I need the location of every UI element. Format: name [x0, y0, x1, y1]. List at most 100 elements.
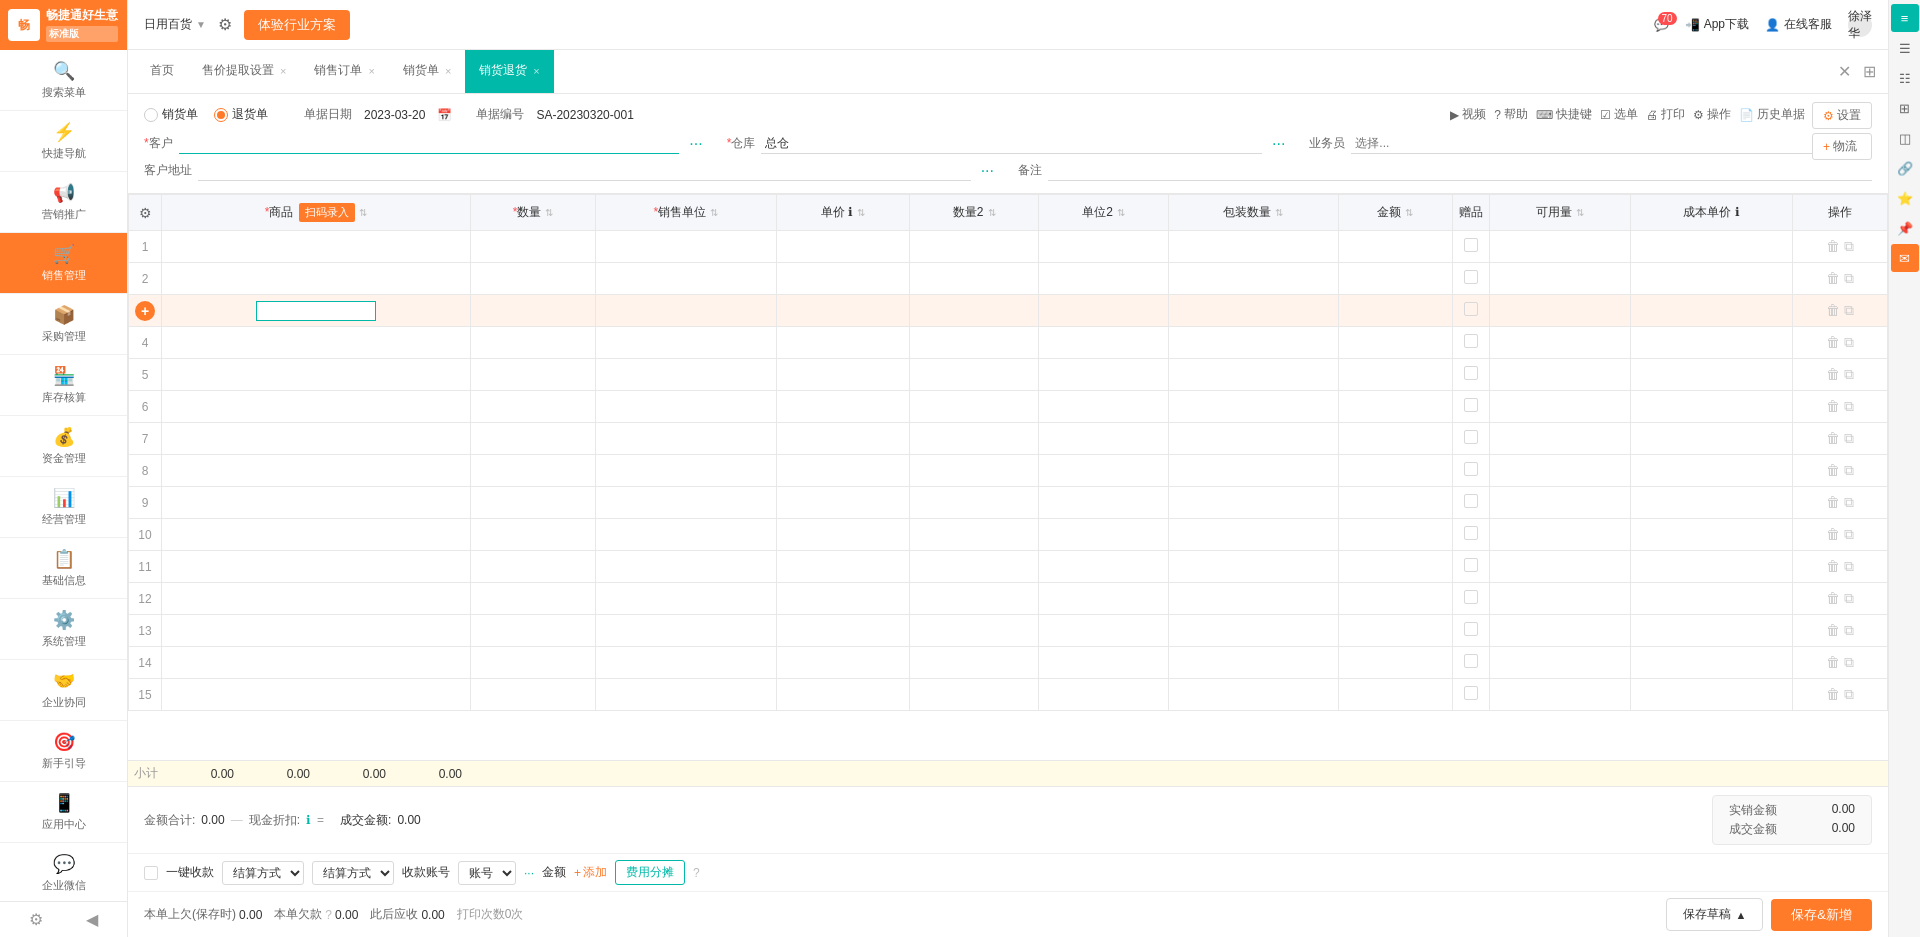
cell-unit-price[interactable] — [776, 327, 909, 359]
cell-unit2[interactable] — [1039, 615, 1168, 647]
gift-checkbox[interactable] — [1464, 462, 1478, 476]
cell-package-qty[interactable] — [1168, 295, 1338, 327]
cell-sale-unit[interactable] — [596, 231, 777, 263]
experience-btn[interactable]: 体验行业方案 — [244, 10, 350, 40]
tab-sales-order[interactable]: 销售订单 × — [300, 50, 388, 93]
cell-amount[interactable] — [1338, 391, 1452, 423]
customer-input[interactable] — [179, 133, 680, 154]
scan-input-btn[interactable]: 扫码录入 — [299, 203, 355, 222]
copy-row-btn[interactable]: ⧉ — [1844, 366, 1854, 383]
cell-unit-price[interactable] — [776, 647, 909, 679]
right-btn-9[interactable]: ✉ — [1891, 244, 1919, 272]
cell-gift[interactable] — [1452, 487, 1489, 519]
cell-unit2[interactable] — [1039, 423, 1168, 455]
delete-row-btn[interactable]: 🗑 — [1826, 686, 1840, 703]
cell-product[interactable] — [162, 263, 471, 295]
cell-unit-price[interactable] — [776, 615, 909, 647]
cell-sale-unit[interactable] — [596, 519, 777, 551]
cell-product[interactable] — [162, 423, 471, 455]
cell-available[interactable] — [1489, 679, 1631, 711]
cell-gift[interactable] — [1452, 423, 1489, 455]
delete-row-btn[interactable]: 🗑 — [1826, 270, 1840, 287]
cell-sale-unit[interactable] — [596, 295, 777, 327]
gift-checkbox[interactable] — [1464, 430, 1478, 444]
avail-sort-icon[interactable]: ⇅ — [1576, 207, 1584, 218]
cell-amount[interactable] — [1338, 487, 1452, 519]
cell-sale-unit[interactable] — [596, 263, 777, 295]
price-sort-icon[interactable]: ⇅ — [857, 207, 865, 218]
cell-sale-unit[interactable] — [596, 327, 777, 359]
cell-amount[interactable] — [1338, 615, 1452, 647]
cell-sale-unit[interactable] — [596, 583, 777, 615]
cell-qty2[interactable] — [909, 327, 1038, 359]
cell-amount[interactable] — [1338, 647, 1452, 679]
cell-quantity[interactable] — [471, 391, 596, 423]
cell-available[interactable] — [1489, 327, 1631, 359]
cell-qty2[interactable] — [909, 615, 1038, 647]
cell-qty2[interactable] — [909, 487, 1038, 519]
cell-gift[interactable] — [1452, 551, 1489, 583]
copy-row-btn[interactable]: ⧉ — [1844, 462, 1854, 479]
cell-gift[interactable] — [1452, 327, 1489, 359]
cell-unit-price[interactable] — [776, 359, 909, 391]
cell-amount[interactable] — [1338, 327, 1452, 359]
cell-unit2[interactable] — [1039, 551, 1168, 583]
cell-product[interactable] — [162, 455, 471, 487]
gift-checkbox[interactable] — [1464, 334, 1478, 348]
sidebar-item-wechat[interactable]: 💬 企业微信 — [0, 843, 127, 901]
add-payment-btn[interactable]: + 添加 — [574, 864, 607, 881]
sidebar-item-guide[interactable]: 🎯 新手引导 — [0, 721, 127, 782]
copy-row-btn[interactable]: ⧉ — [1844, 622, 1854, 639]
amount-sort-icon[interactable]: ⇅ — [1405, 207, 1413, 218]
account-dots-btn[interactable]: ··· — [524, 866, 534, 880]
cell-package-qty[interactable] — [1168, 583, 1338, 615]
cell-product[interactable] — [162, 487, 471, 519]
cell-amount[interactable] — [1338, 231, 1452, 263]
cell-available[interactable] — [1489, 615, 1631, 647]
cell-quantity[interactable] — [471, 519, 596, 551]
cell-package-qty[interactable] — [1168, 423, 1338, 455]
cell-unit-price[interactable] — [776, 263, 909, 295]
copy-row-btn[interactable]: ⧉ — [1844, 686, 1854, 703]
cell-available[interactable] — [1489, 487, 1631, 519]
delete-row-btn[interactable]: 🗑 — [1826, 366, 1840, 383]
sidebar-item-sales[interactable]: 🛒 销售管理 — [0, 233, 127, 294]
cell-package-qty[interactable] — [1168, 231, 1338, 263]
cell-available[interactable] — [1489, 551, 1631, 583]
column-settings-icon[interactable]: ⚙ — [139, 205, 152, 221]
cell-gift[interactable] — [1452, 647, 1489, 679]
cell-product[interactable] — [162, 647, 471, 679]
delete-row-btn[interactable]: 🗑 — [1826, 462, 1840, 479]
add-row-btn[interactable]: + — [135, 301, 155, 321]
cell-quantity[interactable] — [471, 583, 596, 615]
cell-gift[interactable] — [1452, 231, 1489, 263]
cell-gift[interactable] — [1452, 519, 1489, 551]
customer-dots-btn[interactable]: ··· — [685, 135, 706, 153]
cell-amount[interactable] — [1338, 263, 1452, 295]
cell-amount[interactable] — [1338, 295, 1452, 327]
cell-package-qty[interactable] — [1168, 519, 1338, 551]
cell-qty2[interactable] — [909, 423, 1038, 455]
online-service-btn[interactable]: 👤 在线客服 — [1765, 16, 1832, 33]
toolbar-select-btn[interactable]: ☑ 选单 — [1600, 106, 1638, 123]
cell-available[interactable] — [1489, 583, 1631, 615]
cell-qty2[interactable] — [909, 647, 1038, 679]
delete-row-btn[interactable]: 🗑 — [1826, 622, 1840, 639]
cell-available[interactable] — [1489, 391, 1631, 423]
account-select[interactable]: 账号 — [458, 861, 516, 885]
cell-unit-price[interactable] — [776, 295, 909, 327]
save-new-btn[interactable]: 保存&新增 — [1771, 899, 1872, 931]
copy-row-btn[interactable]: ⧉ — [1844, 526, 1854, 543]
cell-package-qty[interactable] — [1168, 263, 1338, 295]
cell-qty2[interactable] — [909, 359, 1038, 391]
cell-quantity[interactable] — [471, 295, 596, 327]
right-btn-2[interactable]: ☰ — [1891, 34, 1919, 62]
right-btn-5[interactable]: ◫ — [1891, 124, 1919, 152]
cell-unit2[interactable] — [1039, 295, 1168, 327]
cell-gift[interactable] — [1452, 359, 1489, 391]
tab-expand-btn[interactable]: ⊞ — [1859, 58, 1880, 85]
gift-checkbox[interactable] — [1464, 366, 1478, 380]
cell-qty2[interactable] — [909, 519, 1038, 551]
sidebar-item-finance[interactable]: 💰 资金管理 — [0, 416, 127, 477]
gift-checkbox[interactable] — [1464, 238, 1478, 252]
